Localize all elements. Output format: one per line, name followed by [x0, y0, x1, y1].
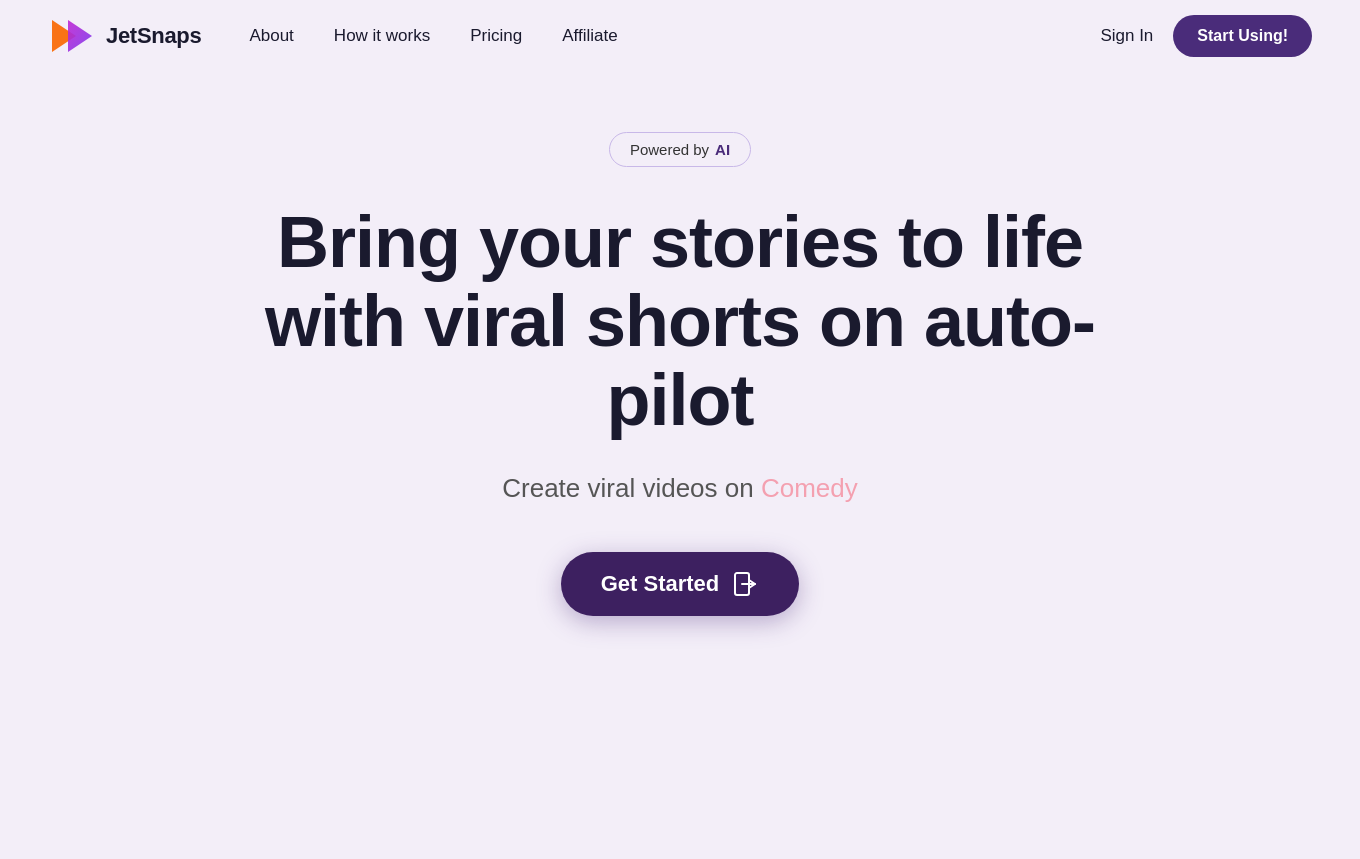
headline-line1: Bring your stories to life [277, 202, 1083, 282]
nav-link-about[interactable]: About [249, 26, 293, 45]
brand-name: JetSnaps [106, 23, 201, 49]
hero-subtext: Create viral videos on Comedy [502, 473, 858, 504]
sign-in-button[interactable]: Sign In [1100, 26, 1153, 46]
hero-headline: Bring your stories to life with viral sh… [230, 203, 1130, 441]
nav-link-affiliate[interactable]: Affiliate [562, 26, 617, 45]
nav-item-affiliate[interactable]: Affiliate [562, 26, 617, 46]
logo-icon [48, 12, 96, 60]
start-using-button[interactable]: Start Using! [1173, 15, 1312, 57]
badge-ai: AI [715, 141, 730, 158]
hero-section: Powered by AI Bring your stories to life… [0, 72, 1360, 616]
get-started-label: Get Started [601, 571, 720, 597]
nav-links: About How it works Pricing Affiliate [249, 26, 617, 46]
headline-line2: with viral shorts on auto-pilot [265, 281, 1095, 440]
badge-prefix: Powered by [630, 141, 709, 158]
nav-link-how-it-works[interactable]: How it works [334, 26, 430, 45]
nav-item-how-it-works[interactable]: How it works [334, 26, 430, 46]
powered-badge: Powered by AI [609, 132, 751, 167]
subtext-highlight: Comedy [761, 473, 858, 503]
nav-left: JetSnaps About How it works Pricing Affi… [48, 12, 618, 60]
navbar: JetSnaps About How it works Pricing Affi… [0, 0, 1360, 72]
nav-link-pricing[interactable]: Pricing [470, 26, 522, 45]
logo-link[interactable]: JetSnaps [48, 12, 201, 60]
arrow-icon [731, 570, 759, 598]
subtext-prefix: Create viral videos on [502, 473, 753, 503]
nav-item-pricing[interactable]: Pricing [470, 26, 522, 46]
get-started-button[interactable]: Get Started [561, 552, 800, 616]
nav-right: Sign In Start Using! [1100, 15, 1312, 57]
nav-item-about[interactable]: About [249, 26, 293, 46]
svg-marker-1 [68, 20, 92, 52]
